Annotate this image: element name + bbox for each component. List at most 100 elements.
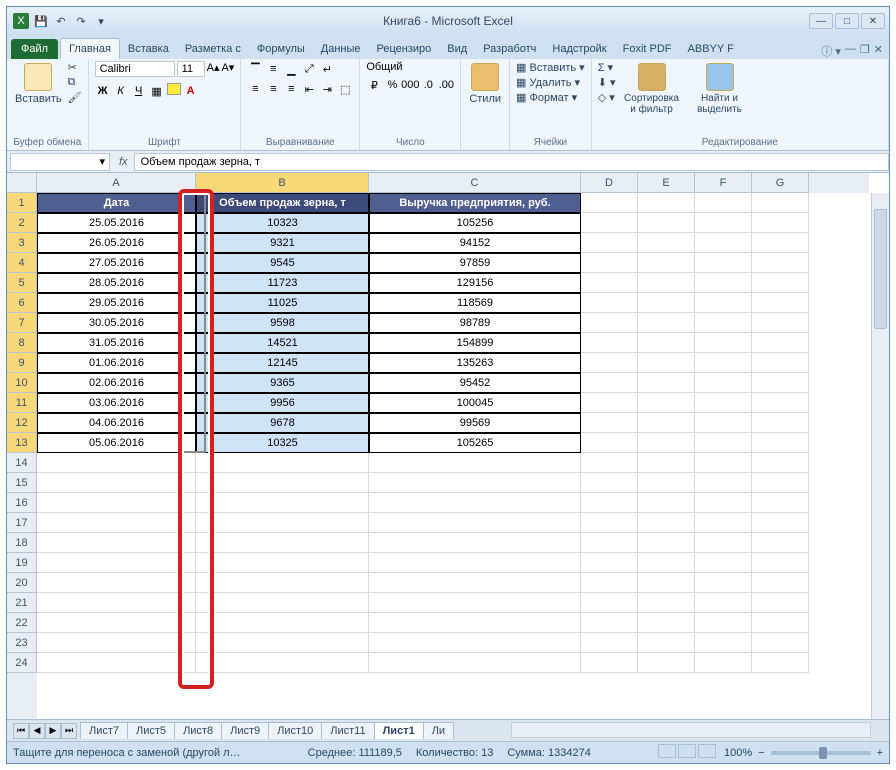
cell-A15[interactable] xyxy=(37,473,196,493)
cell-A19[interactable] xyxy=(37,553,196,573)
align-center-icon[interactable]: ≡ xyxy=(265,81,281,97)
row-header-17[interactable]: 17 xyxy=(7,513,37,533)
vertical-scrollbar[interactable] xyxy=(871,193,889,719)
col-header-G[interactable]: G xyxy=(752,173,809,193)
horizontal-scrollbar[interactable] xyxy=(511,722,871,738)
cell-B5[interactable]: 11723 xyxy=(196,273,369,293)
styles-button[interactable]: Стили xyxy=(467,61,503,107)
cell-D15[interactable] xyxy=(581,473,638,493)
cell-C9[interactable]: 135263 xyxy=(369,353,581,373)
align-left-icon[interactable]: ≡ xyxy=(247,81,263,97)
cell-D5[interactable] xyxy=(581,273,638,293)
cell-F15[interactable] xyxy=(695,473,752,493)
cell-C20[interactable] xyxy=(369,573,581,593)
formula-input[interactable]: Объем продаж зерна, т xyxy=(134,153,889,171)
qat-dropdown-icon[interactable]: ▾ xyxy=(93,13,109,29)
cell-D19[interactable] xyxy=(581,553,638,573)
cell-G4[interactable] xyxy=(752,253,809,273)
cell-F4[interactable] xyxy=(695,253,752,273)
cell-A8[interactable]: 31.05.2016 xyxy=(37,333,196,353)
cell-F6[interactable] xyxy=(695,293,752,313)
cell-E8[interactable] xyxy=(638,333,695,353)
cell-B24[interactable] xyxy=(196,653,369,673)
indent-inc-icon[interactable]: ⇥ xyxy=(319,81,335,97)
cell-D16[interactable] xyxy=(581,493,638,513)
cell-G21[interactable] xyxy=(752,593,809,613)
zoom-slider[interactable] xyxy=(771,751,871,755)
sheet-nav-next-icon[interactable]: ▶ xyxy=(45,723,61,739)
cell-A18[interactable] xyxy=(37,533,196,553)
cell-A10[interactable]: 02.06.2016 xyxy=(37,373,196,393)
cell-C13[interactable]: 105265 xyxy=(369,433,581,453)
cell-A20[interactable] xyxy=(37,573,196,593)
cell-E15[interactable] xyxy=(638,473,695,493)
merge-icon[interactable]: ⬚ xyxy=(337,81,353,97)
tab-foxit[interactable]: Foxit PDF xyxy=(615,39,680,59)
cell-E5[interactable] xyxy=(638,273,695,293)
find-select-button[interactable]: Найти и выделить xyxy=(688,61,752,117)
col-header-E[interactable]: E xyxy=(638,173,695,193)
shrink-font-icon[interactable]: A▾ xyxy=(221,61,234,77)
tab-home[interactable]: Главная xyxy=(60,38,120,59)
col-header-F[interactable]: F xyxy=(695,173,752,193)
cell-E18[interactable] xyxy=(638,533,695,553)
orient-icon[interactable]: ⤢ xyxy=(301,61,317,77)
tab-layout[interactable]: Разметка с xyxy=(177,39,249,59)
row-header-9[interactable]: 9 xyxy=(7,353,37,373)
cell-F1[interactable] xyxy=(695,193,752,213)
cell-F23[interactable] xyxy=(695,633,752,653)
cell-C16[interactable] xyxy=(369,493,581,513)
cell-F9[interactable] xyxy=(695,353,752,373)
cell-F2[interactable] xyxy=(695,213,752,233)
cell-D17[interactable] xyxy=(581,513,638,533)
font-size-select[interactable]: 11 xyxy=(177,61,205,77)
cell-G5[interactable] xyxy=(752,273,809,293)
wrap-icon[interactable]: ↵ xyxy=(319,61,335,77)
cell-C22[interactable] xyxy=(369,613,581,633)
minimize-button[interactable]: — xyxy=(809,13,833,29)
cell-F7[interactable] xyxy=(695,313,752,333)
cell-G7[interactable] xyxy=(752,313,809,333)
help-icon[interactable]: ⓘ ▾ xyxy=(821,43,841,59)
cell-G3[interactable] xyxy=(752,233,809,253)
grow-font-icon[interactable]: A▴ xyxy=(207,61,220,77)
cell-E20[interactable] xyxy=(638,573,695,593)
cell-G19[interactable] xyxy=(752,553,809,573)
cell-G22[interactable] xyxy=(752,613,809,633)
cell-D1[interactable] xyxy=(581,193,638,213)
cell-A11[interactable]: 03.06.2016 xyxy=(37,393,196,413)
align-right-icon[interactable]: ≡ xyxy=(283,81,299,97)
cell-D18[interactable] xyxy=(581,533,638,553)
cell-D11[interactable] xyxy=(581,393,638,413)
cell-D22[interactable] xyxy=(581,613,638,633)
doc-close-icon[interactable]: ✕ xyxy=(874,43,883,59)
number-format-select[interactable]: Общий xyxy=(366,61,436,73)
cell-D13[interactable] xyxy=(581,433,638,453)
cell-C21[interactable] xyxy=(369,593,581,613)
cell-E10[interactable] xyxy=(638,373,695,393)
row-headers[interactable]: 123456789101112131415161718192021222324 xyxy=(7,193,37,719)
cell-F5[interactable] xyxy=(695,273,752,293)
fill-color-button[interactable] xyxy=(167,83,181,95)
row-header-7[interactable]: 7 xyxy=(7,313,37,333)
cell-D20[interactable] xyxy=(581,573,638,593)
percent-icon[interactable]: % xyxy=(384,77,400,93)
sheet-tab-Лист7[interactable]: Лист7 xyxy=(80,722,128,739)
cell-D12[interactable] xyxy=(581,413,638,433)
doc-restore-icon[interactable]: ❐ xyxy=(860,43,870,59)
cell-B12[interactable]: 9678 xyxy=(196,413,369,433)
cell-A12[interactable]: 04.06.2016 xyxy=(37,413,196,433)
cut-icon[interactable]: ✂ xyxy=(68,61,82,74)
align-top-icon[interactable]: ▔ xyxy=(247,61,263,77)
align-mid-icon[interactable]: ≡ xyxy=(265,61,281,77)
cell-A2[interactable]: 25.05.2016 xyxy=(37,213,196,233)
cell-D21[interactable] xyxy=(581,593,638,613)
cell-B23[interactable] xyxy=(196,633,369,653)
cell-B11[interactable]: 9956 xyxy=(196,393,369,413)
cell-A17[interactable] xyxy=(37,513,196,533)
sheet-tab-Лист1[interactable]: Лист1 xyxy=(374,722,424,739)
border-button[interactable]: ▦ xyxy=(149,83,165,99)
cell-F14[interactable] xyxy=(695,453,752,473)
cell-B19[interactable] xyxy=(196,553,369,573)
cell-A7[interactable]: 30.05.2016 xyxy=(37,313,196,333)
